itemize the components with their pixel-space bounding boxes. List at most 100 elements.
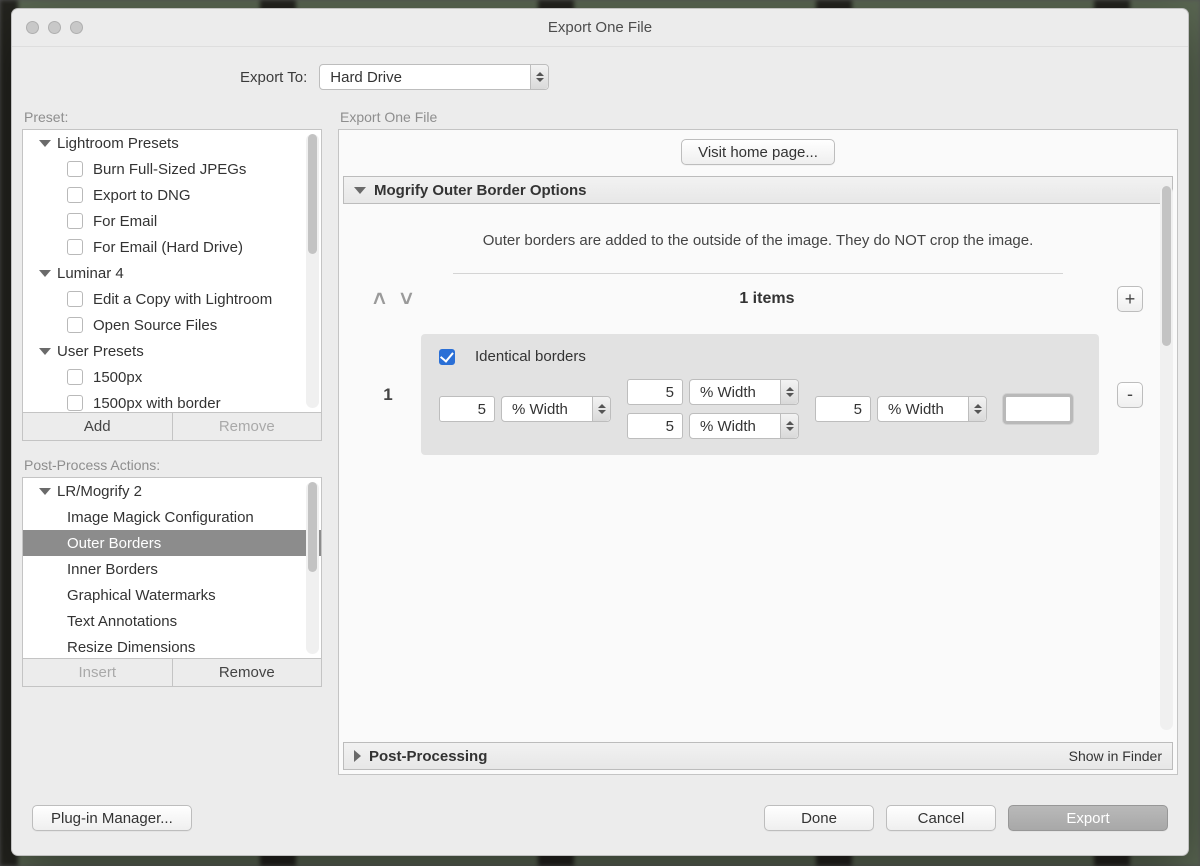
chevron-down-icon (354, 187, 366, 194)
export-to-value: Hard Drive (330, 69, 402, 86)
preset-item-label: 1500px with border (93, 395, 221, 412)
plugin-manager-button[interactable]: Plug-in Manager... (32, 805, 192, 831)
settings-panel: Visit home page... Mogrify Outer Border … (338, 129, 1178, 775)
items-count-label: 1 items (417, 290, 1117, 308)
preset-item[interactable]: 1500px with border (23, 390, 321, 412)
checkbox-icon[interactable] (67, 161, 83, 177)
checkbox-icon[interactable] (67, 369, 83, 385)
border-values-row: 5 % Width 5 % Width 5 (439, 379, 1081, 439)
cancel-button[interactable]: Cancel (886, 805, 996, 831)
chevron-down-icon (39, 270, 51, 277)
export-to-label: Export To: (240, 69, 307, 86)
mogrify-panel-body: Outer borders are added to the outside o… (343, 210, 1173, 736)
chevron-down-icon (39, 488, 51, 495)
preset-item[interactable]: Export to DNG (23, 182, 321, 208)
checkbox-icon[interactable] (67, 213, 83, 229)
chevron-down-icon (39, 140, 51, 147)
top-unit-select[interactable]: % Width (689, 379, 799, 405)
post-actions-group[interactable]: LR/Mogrify 2 (23, 478, 321, 504)
group-label: Luminar 4 (57, 265, 124, 282)
bottom-unit-select[interactable]: % Width (689, 413, 799, 439)
post-action-item-label: Resize Dimensions (67, 639, 195, 656)
identical-borders-checkbox[interactable] (439, 349, 455, 365)
preset-button-bar: Add Remove (23, 412, 321, 440)
export-dialog: Export One File Export To: Hard Drive Pr… (11, 8, 1189, 856)
preset-item[interactable]: Open Source Files (23, 312, 321, 338)
identical-borders-row: Identical borders (439, 348, 1081, 365)
checkbox-icon[interactable] (67, 291, 83, 307)
post-actions-listbox: LR/Mogrify 2 Image Magick Configuration … (22, 477, 322, 687)
chevron-down-icon (39, 348, 51, 355)
checkbox-icon[interactable] (67, 317, 83, 333)
scroll-thumb[interactable] (308, 134, 317, 254)
scroll-thumb[interactable] (1162, 186, 1171, 346)
preset-item[interactable]: For Email (23, 208, 321, 234)
preset-group-user[interactable]: User Presets (23, 338, 321, 364)
preset-item[interactable]: 1500px (23, 364, 321, 390)
post-action-item[interactable]: Inner Borders (23, 556, 321, 582)
scrollbar[interactable] (306, 482, 319, 654)
post-actions-label: Post-Process Actions: (22, 455, 322, 477)
border-item-box: Identical borders 5 % Width 5 (421, 334, 1099, 455)
bottom-value-input[interactable]: 5 (627, 413, 683, 439)
post-action-item[interactable]: Text Annotations (23, 608, 321, 634)
dialog-footer: Plug-in Manager... Done Cancel Export (12, 775, 1188, 855)
add-border-button[interactable]: + (1117, 286, 1143, 312)
post-actions-remove-button[interactable]: Remove (173, 659, 322, 686)
preset-item[interactable]: Burn Full-Sized JPEGs (23, 156, 321, 182)
preset-section-label: Preset: (22, 107, 322, 129)
chevron-right-icon (354, 750, 361, 762)
panel-topbar: Visit home page... (343, 134, 1173, 170)
preset-item-label: Edit a Copy with Lightroom (93, 291, 272, 308)
preset-remove-button[interactable]: Remove (173, 413, 322, 440)
post-processing-accordion-header[interactable]: Post-Processing Show in Finder (343, 742, 1173, 770)
chevron-updown-icon (592, 397, 610, 421)
unit-label: % Width (700, 384, 756, 401)
preset-add-button[interactable]: Add (23, 413, 173, 440)
identical-borders-label: Identical borders (475, 348, 586, 365)
scroll-thumb[interactable] (308, 482, 317, 572)
remove-border-button[interactable]: - (1117, 382, 1143, 408)
visit-home-page-button[interactable]: Visit home page... (681, 139, 835, 165)
mogrify-title: Mogrify Outer Border Options (374, 182, 587, 199)
checkbox-icon[interactable] (67, 187, 83, 203)
preset-item-label: For Email (93, 213, 157, 230)
post-action-item[interactable]: Graphical Watermarks (23, 582, 321, 608)
post-action-item-label: Text Annotations (67, 613, 177, 630)
unit-label: % Width (700, 418, 756, 435)
post-actions-insert-button[interactable]: Insert (23, 659, 173, 686)
border-color-swatch[interactable] (1003, 394, 1073, 424)
post-action-item[interactable]: Resize Dimensions (23, 634, 321, 658)
right-unit-select[interactable]: % Width (877, 396, 987, 422)
scrollbar[interactable] (306, 134, 319, 408)
preset-item-label: Export to DNG (93, 187, 191, 204)
left-value-input[interactable]: 5 (439, 396, 495, 422)
mogrify-description: Outer borders are added to the outside o… (373, 220, 1143, 273)
preset-item[interactable]: For Email (Hard Drive) (23, 234, 321, 260)
preset-item[interactable]: Edit a Copy with Lightroom (23, 286, 321, 312)
preset-group-luminar[interactable]: Luminar 4 (23, 260, 321, 286)
left-unit-select[interactable]: % Width (501, 396, 611, 422)
preset-item-label: Open Source Files (93, 317, 217, 334)
reorder-arrows-icon[interactable]: ˄ ˅ (373, 286, 417, 312)
post-action-item-label: Image Magick Configuration (67, 509, 254, 526)
right-value-input[interactable]: 5 (815, 396, 871, 422)
border-item: 1 Identical borders 5 % Width (373, 334, 1143, 455)
chevron-updown-icon (780, 414, 798, 438)
preset-group-lightroom[interactable]: Lightroom Presets (23, 130, 321, 156)
scrollbar[interactable] (1160, 186, 1173, 730)
export-button[interactable]: Export (1008, 805, 1168, 831)
show-in-finder-link[interactable]: Show in Finder (1069, 748, 1162, 764)
preset-listbox: Lightroom Presets Burn Full-Sized JPEGs … (22, 129, 322, 441)
bottom-border-pair: 5 % Width (627, 413, 799, 439)
mogrify-accordion-header[interactable]: Mogrify Outer Border Options (343, 176, 1173, 204)
post-action-item-selected[interactable]: Outer Borders (23, 530, 321, 556)
unit-label: % Width (512, 401, 568, 418)
post-action-item[interactable]: Image Magick Configuration (23, 504, 321, 530)
export-to-select[interactable]: Hard Drive (319, 64, 549, 90)
done-button[interactable]: Done (764, 805, 874, 831)
checkbox-icon[interactable] (67, 239, 83, 255)
right-header-label: Export One File (338, 107, 1178, 129)
top-value-input[interactable]: 5 (627, 379, 683, 405)
checkbox-icon[interactable] (67, 395, 83, 411)
